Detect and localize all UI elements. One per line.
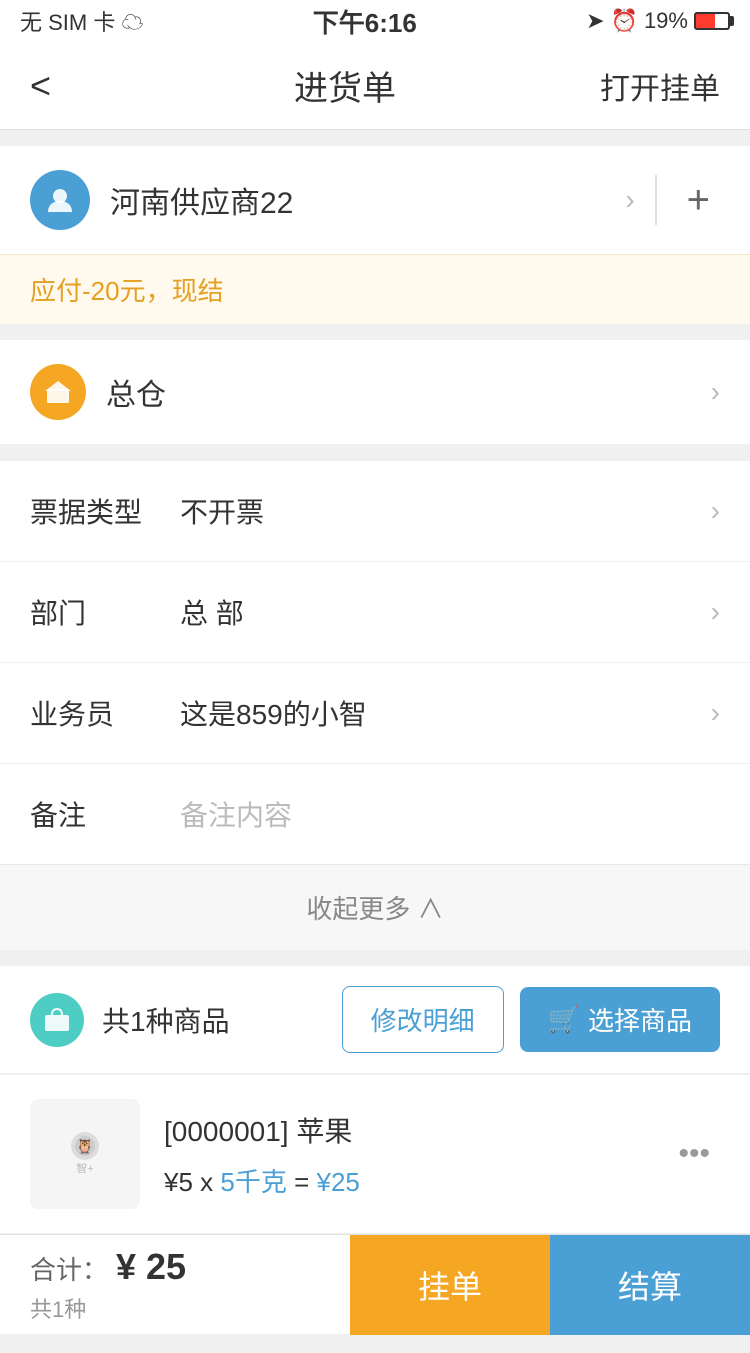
page-title: 进货单 xyxy=(90,61,600,110)
equals-sign: = xyxy=(294,1167,316,1197)
department-value: 总 部 xyxy=(180,592,711,632)
modify-detail-button[interactable]: 修改明细 xyxy=(342,986,504,1053)
supplier-notice: 应付-20元，现结 xyxy=(0,254,750,324)
salesperson-label: 业务员 xyxy=(30,693,160,733)
product-price-row: ¥5 x 5千克 = ¥25 xyxy=(164,1162,668,1199)
open-pending-button[interactable]: 打开挂单 xyxy=(600,64,720,108)
collapse-button[interactable]: 收起更多 ∧ xyxy=(0,864,750,950)
remark-row[interactable]: 备注 备注内容 xyxy=(0,763,750,864)
salesperson-arrow-icon: › xyxy=(711,697,720,729)
product-title: 苹果 xyxy=(296,1116,352,1147)
select-product-label: 选择商品 xyxy=(588,1001,692,1038)
multiply-sign: x xyxy=(200,1167,220,1197)
remark-input[interactable]: 备注内容 xyxy=(180,794,720,834)
checkout-button[interactable]: 结算 xyxy=(550,1235,750,1335)
svg-text:智+: 智+ xyxy=(76,1161,93,1175)
nav-bar: < 进货单 打开挂单 xyxy=(0,42,750,130)
products-section: 共1种商品 修改明细 🛒 选择商品 智+ 🦉 [0000001] 苹果 ¥5 x xyxy=(0,966,750,1233)
product-unit-price: ¥5 xyxy=(164,1167,193,1197)
summary-sub: 共1种 xyxy=(30,1292,320,1324)
product-total: ¥25 xyxy=(317,1167,360,1197)
supplier-name: 河南供应商22 xyxy=(110,178,625,222)
bottom-bar: 合计： ¥ 25 共1种 挂单 结算 xyxy=(0,1234,750,1334)
back-button[interactable]: < xyxy=(30,65,90,107)
products-header: 共1种商品 修改明细 🛒 选择商品 xyxy=(0,966,750,1074)
product-qty: 5千克 xyxy=(220,1167,286,1197)
products-count: 共1种商品 xyxy=(102,1000,342,1040)
status-time: 下午6:16 xyxy=(313,3,417,40)
status-right: ➤ ⏰ 19% xyxy=(586,8,730,34)
product-more-button[interactable]: ••• xyxy=(668,1137,720,1171)
supplier-arrow-icon: › xyxy=(625,184,634,216)
status-left: 无 SIM 卡 ☁ xyxy=(20,5,143,37)
battery-label: 19% xyxy=(644,8,688,34)
hang-order-button[interactable]: 挂单 xyxy=(350,1235,550,1335)
sim-signal-label: 无 SIM 卡 ☁ xyxy=(20,5,143,37)
select-product-button[interactable]: 🛒 选择商品 xyxy=(520,987,720,1052)
total-label: 合计： xyxy=(30,1250,108,1287)
invoice-arrow-icon: › xyxy=(711,495,720,527)
invoice-type-row[interactable]: 票据类型 不开票 › xyxy=(0,460,750,561)
warehouse-section[interactable]: 总仓 › xyxy=(0,340,750,444)
supplier-avatar xyxy=(30,170,90,230)
svg-text:🦉: 🦉 xyxy=(76,1138,93,1155)
product-code: [0000001] xyxy=(164,1116,289,1147)
product-thumbnail: 智+ 🦉 xyxy=(30,1099,140,1209)
alarm-icon: ⏰ xyxy=(611,8,638,34)
cart-icon: 🛒 xyxy=(548,1004,580,1035)
supplier-section: 河南供应商22 › + 应付-20元，现结 xyxy=(0,146,750,324)
location-icon: ➤ xyxy=(586,8,604,34)
product-name: [0000001] 苹果 xyxy=(164,1110,668,1150)
warehouse-arrow-icon: › xyxy=(711,376,720,408)
warehouse-icon xyxy=(30,364,86,420)
remark-label: 备注 xyxy=(30,794,160,834)
form-section: 票据类型 不开票 › 部门 总 部 › 业务员 这是859的小智 › 备注 备注… xyxy=(0,460,750,950)
product-info: [0000001] 苹果 ¥5 x 5千克 = ¥25 xyxy=(164,1110,668,1199)
status-bar: 无 SIM 卡 ☁ 下午6:16 ➤ ⏰ 19% xyxy=(0,0,750,42)
salesperson-value: 这是859的小智 xyxy=(180,693,711,733)
invoice-type-label: 票据类型 xyxy=(30,491,160,531)
department-arrow-icon: › xyxy=(711,596,720,628)
add-supplier-button[interactable]: + xyxy=(677,178,720,223)
department-row[interactable]: 部门 总 部 › xyxy=(0,561,750,662)
supplier-row[interactable]: 河南供应商22 › + xyxy=(0,146,750,254)
summary-area: 合计： ¥ 25 共1种 xyxy=(0,1246,350,1324)
total-amount: ¥ 25 xyxy=(116,1246,186,1288)
products-icon xyxy=(30,993,84,1047)
warehouse-name: 总仓 xyxy=(106,370,711,414)
product-item: 智+ 🦉 [0000001] 苹果 ¥5 x 5千克 = ¥25 ••• xyxy=(0,1074,750,1233)
warehouse-row[interactable]: 总仓 › xyxy=(0,340,750,444)
invoice-type-value: 不开票 xyxy=(180,491,711,531)
department-label: 部门 xyxy=(30,592,160,632)
summary-total: 合计： ¥ 25 xyxy=(30,1246,320,1288)
battery-icon xyxy=(694,12,730,30)
salesperson-row[interactable]: 业务员 这是859的小智 › xyxy=(0,662,750,763)
supplier-divider xyxy=(655,175,657,225)
